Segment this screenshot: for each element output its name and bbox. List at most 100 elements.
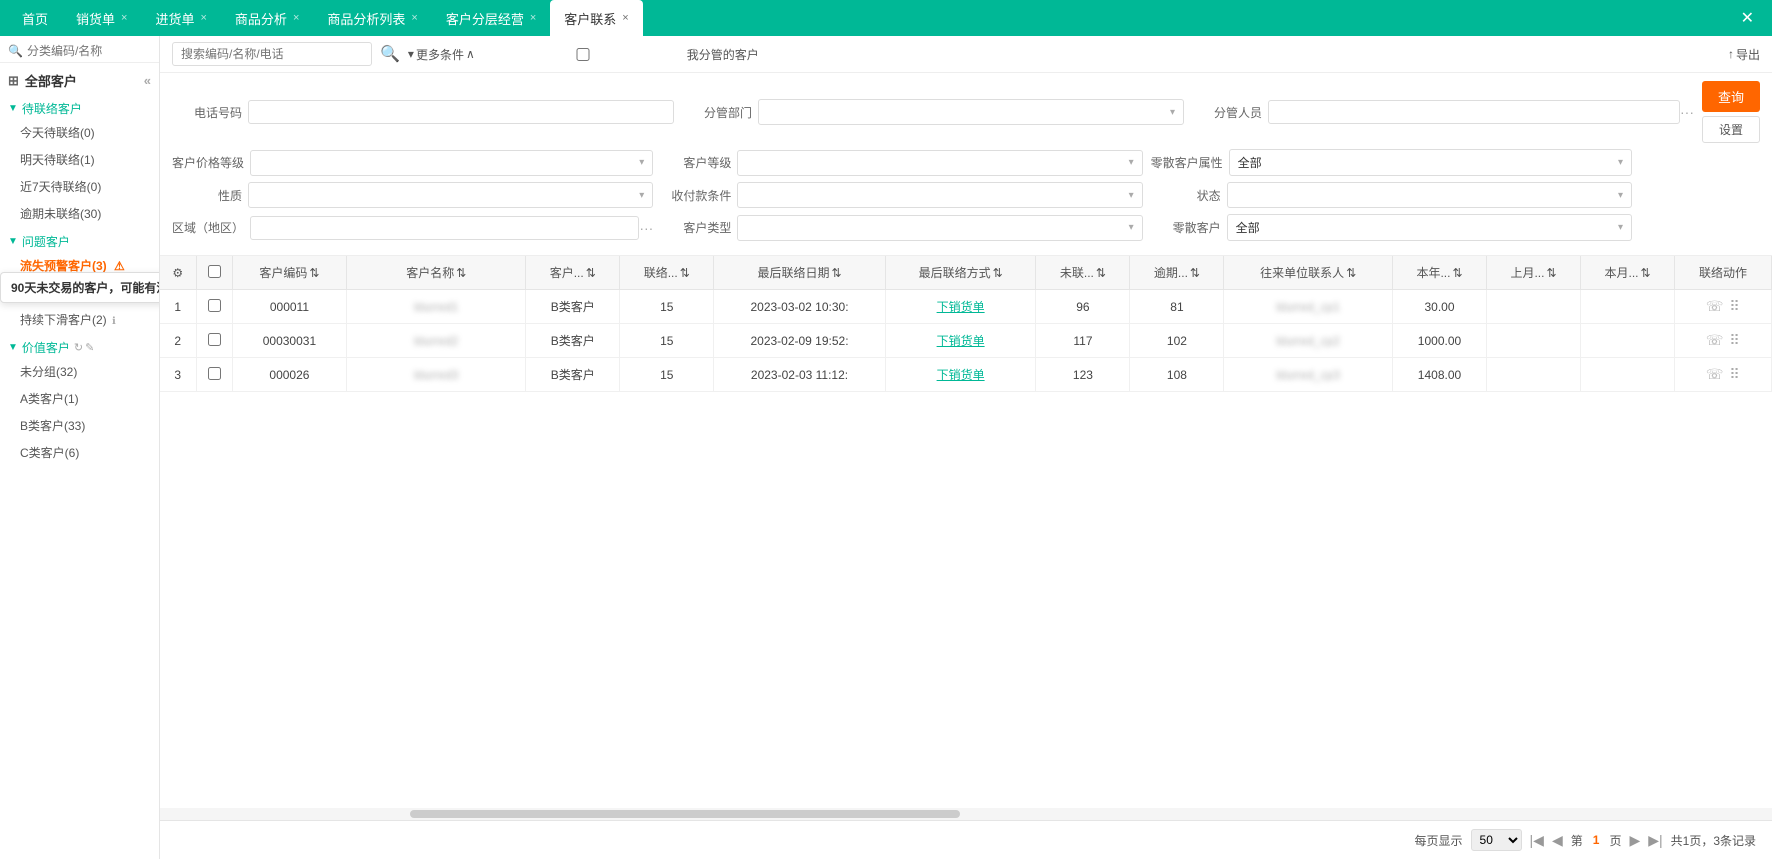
cell-this-year-2: 1408.00 (1392, 358, 1486, 392)
col-this-year[interactable]: 本年... ⇅ (1392, 256, 1486, 290)
field-region-dots[interactable]: ··· (639, 220, 653, 236)
select-all-checkbox[interactable] (208, 265, 221, 278)
action-contact-icon-1[interactable]: ☏ (1706, 332, 1724, 349)
tab-purchase-order[interactable]: 进货单 × (141, 0, 220, 36)
sidebar-item-class-c[interactable]: C类客户(6) (0, 439, 159, 466)
col-last-contact-date[interactable]: 最后联络日期 ⇅ (714, 256, 886, 290)
warning-icon: ⚠ (114, 259, 125, 273)
tab-customer-contact[interactable]: 客户联系 × (550, 0, 642, 36)
horizontal-scrollbar[interactable] (160, 808, 1772, 820)
edit-icon[interactable]: ✎ (85, 341, 94, 354)
col-no-contact-days[interactable]: 未联... ⇅ (1036, 256, 1130, 290)
col-overdue-sort: 逾期... ⇅ (1154, 264, 1200, 281)
cell-last-contact-method-0[interactable]: 下销货单 (885, 290, 1036, 324)
field-status-select[interactable]: ▾ (1227, 182, 1632, 208)
last-page-button[interactable]: ▶| (1648, 832, 1662, 849)
sidebar-item-churn-warning[interactable]: 流失预警客户(3) ⚠ 90天未交易的客户，可能有流失风险。 (0, 252, 159, 279)
sidebar-item-today-pending[interactable]: 今天待联络(0) (0, 119, 159, 146)
row-checkbox-0[interactable] (208, 299, 221, 312)
cell-checkbox-2[interactable] (196, 358, 232, 392)
sidebar-group-value[interactable]: ▼ 价值客户 ↻ ✎ (0, 333, 159, 358)
action-more-icon-1[interactable]: ⠿ (1729, 332, 1739, 349)
row-checkbox-1[interactable] (208, 333, 221, 346)
tab-close-customer-contact[interactable]: × (622, 12, 628, 24)
export-button[interactable]: ↑ 导出 (1728, 46, 1760, 63)
sidebar-item-class-a[interactable]: A类客户(1) (0, 385, 159, 412)
tab-close-customer-tier[interactable]: × (530, 12, 536, 24)
field-payment-select[interactable]: ▾ (737, 182, 1142, 208)
col-last-month[interactable]: 上月... ⇅ (1487, 256, 1581, 290)
sidebar-item-tomorrow-pending[interactable]: 明天待联络(1) (0, 146, 159, 173)
adv-filter-row-1: 电话号码 分管部门 ▾ 分管人员 ··· 查询 设置 (172, 81, 1760, 143)
my-customers-checkbox-label[interactable]: 我分管的客户 (483, 46, 759, 63)
settings-button[interactable]: 设置 (1702, 116, 1760, 143)
search-button[interactable]: 🔍 (380, 44, 400, 64)
action-more-icon-2[interactable]: ⠿ (1729, 366, 1739, 383)
sidebar-group-problem[interactable]: ▼ 问题客户 (0, 227, 159, 252)
tab-home[interactable]: 首页 (8, 0, 62, 36)
sidebar-item-declining[interactable]: 持续下滑客户(2) ℹ (0, 306, 159, 333)
tab-product-analysis[interactable]: 商品分析 × (221, 0, 313, 36)
search-input[interactable] (172, 42, 372, 66)
row-checkbox-2[interactable] (208, 367, 221, 380)
col-code[interactable]: 客户编码 ⇅ (232, 256, 347, 290)
col-type[interactable]: 客户... ⇅ (526, 256, 620, 290)
tab-close-purchase-order[interactable]: × (200, 12, 206, 24)
more-conditions-button[interactable]: ▾ 更多条件 ∧ (408, 46, 475, 63)
action-more-icon-0[interactable]: ⠿ (1729, 298, 1739, 315)
sidebar-collapse-icon[interactable]: « (144, 73, 151, 88)
field-customer-type-select[interactable]: ▾ (737, 215, 1142, 241)
sidebar-item-ungrouped[interactable]: 未分组(32) (0, 358, 159, 385)
col-contact-person[interactable]: 往来单位联系人 ⇅ (1224, 256, 1393, 290)
prev-page-button[interactable]: ◀ (1552, 832, 1563, 849)
cell-last-contact-method-2[interactable]: 下销货单 (885, 358, 1036, 392)
field-dept-select[interactable]: ▾ (758, 99, 1184, 125)
cell-checkbox-0[interactable] (196, 290, 232, 324)
field-customer-tier-label: 客户等级 (661, 154, 731, 171)
sidebar-all-customers[interactable]: ⊞ 全部客户 « (0, 63, 159, 94)
tab-bar: 首页 销货单 × 进货单 × 商品分析 × 商品分析列表 × 客户分层经营 × … (0, 0, 1772, 36)
my-customers-checkbox[interactable] (483, 48, 683, 61)
col-contact-count[interactable]: 联络... ⇅ (620, 256, 714, 290)
tab-product-analysis-list[interactable]: 商品分析列表 × (313, 0, 431, 36)
next-page-button[interactable]: ▶ (1629, 832, 1640, 849)
close-all-tabs-button[interactable]: ✕ (1731, 8, 1764, 28)
sidebar-search-input[interactable] (27, 44, 160, 58)
first-page-button[interactable]: |◀ (1530, 832, 1544, 849)
col-overdue[interactable]: 逾期... ⇅ (1130, 256, 1224, 290)
field-manager-label: 分管人员 (1192, 104, 1262, 121)
tab-sales-order[interactable]: 销货单 × (62, 0, 141, 36)
sidebar-item-overdue-pending[interactable]: 逾期未联络(30) (0, 200, 159, 227)
field-retail-customer-label: 零散客户 (1151, 219, 1221, 236)
field-region-input[interactable] (250, 216, 639, 240)
field-retail-attr-select[interactable]: 全部▾ (1229, 149, 1632, 176)
cell-last-contact-method-1[interactable]: 下销货单 (885, 324, 1036, 358)
sidebar-item-class-b[interactable]: B类客户(33) (0, 412, 159, 439)
field-phone-input[interactable] (248, 100, 674, 124)
col-last-contact-method[interactable]: 最后联络方式 ⇅ (885, 256, 1036, 290)
col-this-month[interactable]: 本月... ⇅ (1581, 256, 1675, 290)
col-name[interactable]: 客户名称 ⇅ (347, 256, 526, 290)
scrollbar-thumb[interactable] (410, 810, 960, 818)
sidebar-item-7days-pending[interactable]: 近7天待联络(0) (0, 173, 159, 200)
tab-customer-tier[interactable]: 客户分层经营 × (432, 0, 550, 36)
adv-filter-row-2: 客户价格等级 ▾ 客户等级 ▾ 零散客户属性 全部▾ (172, 149, 1760, 176)
field-retail-customer-select[interactable]: 全部▾ (1227, 214, 1632, 241)
action-contact-icon-0[interactable]: ☏ (1706, 298, 1724, 315)
query-button[interactable]: 查询 (1702, 81, 1760, 112)
refresh-icon[interactable]: ↻ (74, 341, 83, 354)
field-price-tier-select[interactable]: ▾ (250, 150, 653, 176)
tab-close-sales-order[interactable]: × (121, 12, 127, 24)
field-nature-select[interactable]: ▾ (248, 182, 653, 208)
field-customer-tier-select[interactable]: ▾ (737, 150, 1142, 176)
cell-checkbox-1[interactable] (196, 324, 232, 358)
col-settings[interactable]: ⚙ (160, 256, 196, 290)
col-checkbox-all[interactable] (196, 256, 232, 290)
tab-close-product-analysis-list[interactable]: × (411, 12, 417, 24)
sidebar-group-pending[interactable]: ▼ 待联络客户 (0, 94, 159, 119)
action-contact-icon-2[interactable]: ☏ (1706, 366, 1724, 383)
field-manager-input[interactable] (1268, 100, 1680, 124)
tab-close-product-analysis[interactable]: × (293, 12, 299, 24)
field-manager-dots[interactable]: ··· (1680, 104, 1694, 120)
per-page-select[interactable]: 50 100 200 (1471, 829, 1522, 851)
